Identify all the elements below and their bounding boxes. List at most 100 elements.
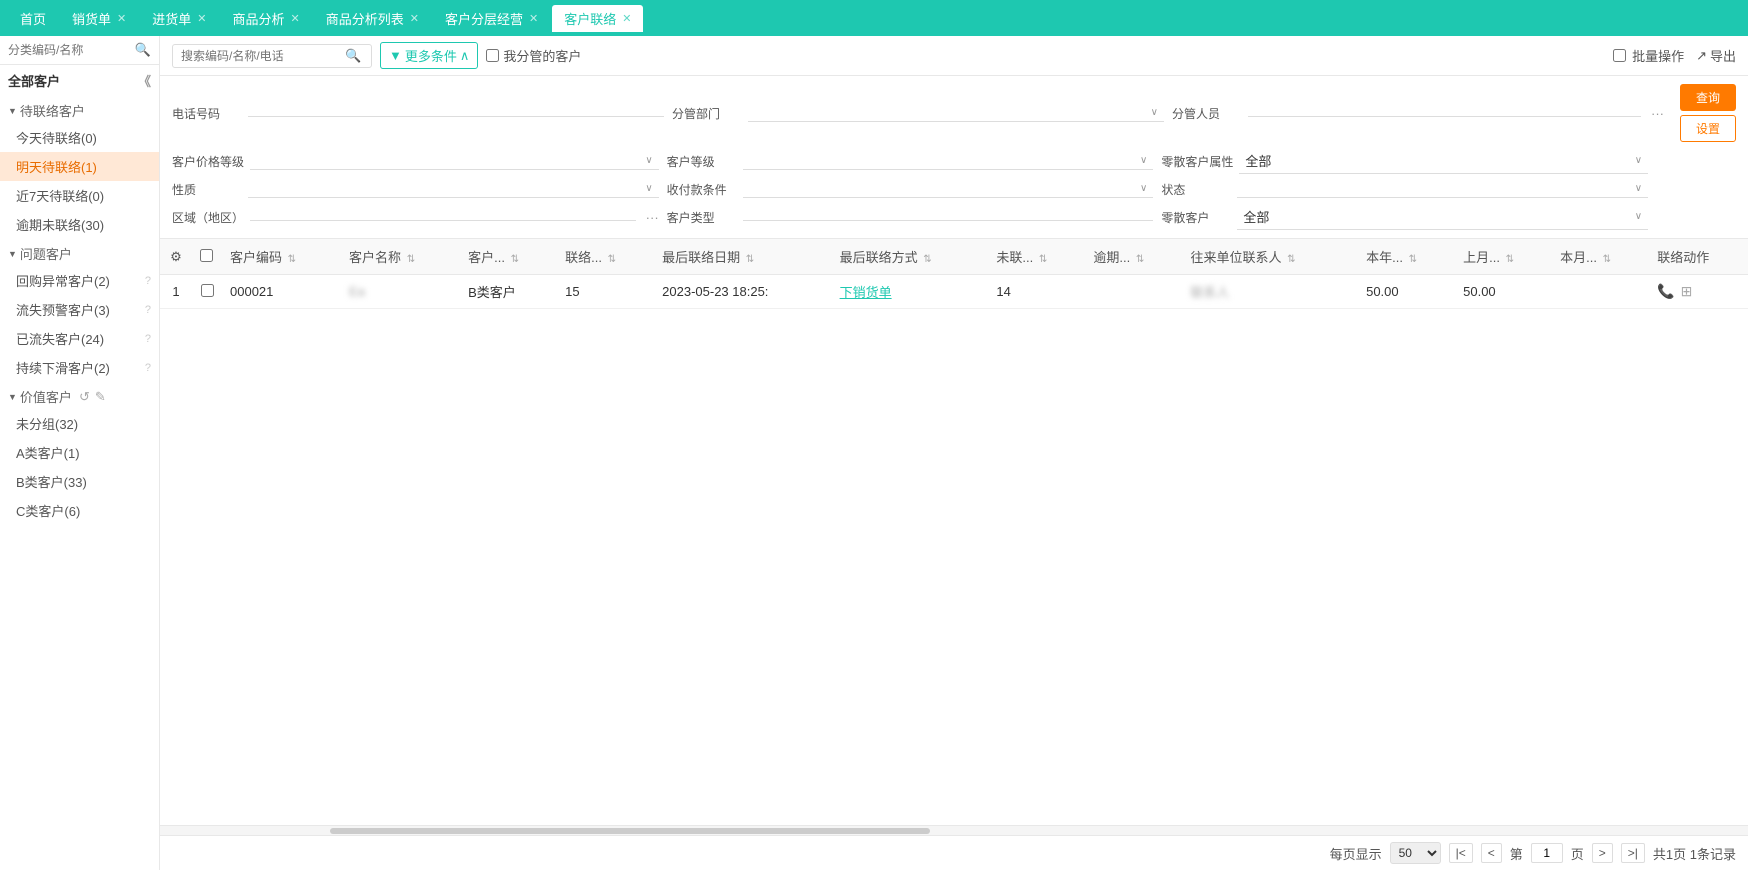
last-page-btn[interactable]: >| bbox=[1621, 843, 1645, 863]
retail-attr-select[interactable]: 全部 ∨ bbox=[1239, 148, 1648, 174]
batch-op-button[interactable]: 批量操作 bbox=[1613, 46, 1684, 65]
sidebar-item-tomorrow[interactable]: 明天待联络(1) bbox=[0, 152, 159, 181]
per-page-label: 每页显示 bbox=[1330, 844, 1382, 863]
status-select[interactable]: ∨ bbox=[1237, 180, 1648, 198]
close-icon[interactable]: ✕ bbox=[410, 12, 419, 25]
horizontal-scrollbar[interactable] bbox=[160, 825, 1748, 835]
all-customers-header[interactable]: 全部客户 《 bbox=[0, 65, 159, 96]
sort-icon[interactable]: ⇅ bbox=[1603, 254, 1611, 265]
sidebar-item-week7[interactable]: 近7天待联络(0) bbox=[0, 181, 159, 210]
search-input[interactable] bbox=[181, 49, 341, 63]
next-page-btn[interactable]: > bbox=[1592, 843, 1613, 863]
sort-icon[interactable]: ⇅ bbox=[511, 254, 519, 265]
help-icon[interactable]: ? bbox=[145, 275, 151, 287]
person-select[interactable] bbox=[1248, 110, 1641, 117]
sort-icon[interactable]: ⇅ bbox=[1039, 254, 1047, 265]
nav-sales-order[interactable]: 销货单 ✕ bbox=[60, 5, 138, 32]
page-number-input[interactable] bbox=[1531, 843, 1563, 863]
phone-input[interactable] bbox=[248, 110, 664, 117]
table-header-row: ⚙ 客户编码 ⇅ 客户名称 ⇅ bbox=[160, 239, 1748, 275]
help-icon[interactable]: ? bbox=[145, 333, 151, 345]
phone-action-icon[interactable]: 📞 bbox=[1657, 283, 1674, 300]
close-icon[interactable]: ✕ bbox=[622, 12, 631, 25]
close-icon[interactable]: ✕ bbox=[197, 12, 206, 25]
sidebar-item-unclassified[interactable]: 未分组(32) bbox=[0, 409, 159, 438]
sort-icon[interactable]: ⇅ bbox=[1136, 254, 1144, 265]
first-page-btn[interactable]: |< bbox=[1449, 843, 1473, 863]
row-last-contact-method[interactable]: 下销货单 bbox=[832, 275, 989, 309]
sidebar-item-continuous-decline[interactable]: 持续下滑客户(2) ? bbox=[0, 353, 159, 382]
batch-checkbox[interactable] bbox=[1613, 49, 1626, 62]
sidebar-item-lost[interactable]: 已流失客户(24) ? bbox=[0, 324, 159, 353]
my-customers-check[interactable] bbox=[486, 49, 499, 62]
nav-purchase-order[interactable]: 进货单 ✕ bbox=[140, 5, 218, 32]
settings-icon[interactable]: ⚙ bbox=[170, 249, 182, 264]
sidebar-item-lost-risk[interactable]: 流失预警客户(3) ? bbox=[0, 295, 159, 324]
edit-icon[interactable]: ✎ bbox=[95, 389, 106, 405]
sidebar-item-overdue[interactable]: 逾期未联络(30) bbox=[0, 210, 159, 239]
retail-select[interactable]: 全部 ∨ bbox=[1237, 204, 1648, 230]
nav-customer-contact[interactable]: 客户联络 ✕ bbox=[552, 5, 643, 32]
sort-icon[interactable]: ⇅ bbox=[288, 254, 296, 265]
prev-page-btn[interactable]: < bbox=[1481, 843, 1502, 863]
sidebar-item-class-a[interactable]: A类客户(1) bbox=[0, 438, 159, 467]
scrollbar-thumb[interactable] bbox=[330, 828, 930, 834]
region-select[interactable] bbox=[250, 214, 636, 221]
help-icon[interactable]: ? bbox=[145, 362, 151, 374]
group-pending-contact[interactable]: 待联络客户 bbox=[0, 96, 159, 123]
col-contact: 联络... ⇅ bbox=[557, 239, 654, 275]
nav-customer-tier[interactable]: 客户分层经营 ✕ bbox=[433, 5, 550, 32]
customer-type-select[interactable] bbox=[743, 214, 1154, 221]
close-icon[interactable]: ✕ bbox=[529, 12, 538, 25]
payment-select[interactable]: ∨ bbox=[743, 180, 1154, 198]
sidebar-item-class-b[interactable]: B类客户(33) bbox=[0, 467, 159, 496]
select-all-checkbox[interactable] bbox=[200, 249, 213, 262]
price-level-select[interactable]: ∨ bbox=[250, 152, 659, 170]
nav-product-analysis[interactable]: 商品分析 ✕ bbox=[220, 5, 311, 32]
per-page-select[interactable]: 50 100 200 bbox=[1390, 842, 1441, 864]
col-customer-type: 客户... ⇅ bbox=[460, 239, 557, 275]
chevron-down-icon: ∨ bbox=[1635, 211, 1642, 222]
group-value-customers[interactable]: 价值客户 ↺ ✎ bbox=[0, 382, 159, 409]
more-action-icon[interactable]: ⊞ bbox=[1681, 283, 1693, 300]
sort-icon[interactable]: ⇅ bbox=[407, 254, 415, 265]
refresh-icon[interactable]: ↺ bbox=[79, 389, 90, 405]
nav-home[interactable]: 首页 bbox=[8, 5, 58, 32]
more-filter-button[interactable]: ▼ 更多条件 ∧ bbox=[380, 42, 478, 69]
row-last-month: 50.00 bbox=[1455, 275, 1552, 309]
sort-icon[interactable]: ⇅ bbox=[1506, 254, 1514, 265]
sidebar-search-icon[interactable]: 🔍 bbox=[135, 42, 151, 58]
dept-select[interactable]: ∨ bbox=[748, 104, 1164, 122]
sidebar-item-class-c[interactable]: C类客户(6) bbox=[0, 496, 159, 525]
filter-region: 区域（地区） ··· bbox=[172, 209, 659, 226]
group-problem-customers[interactable]: 问题客户 bbox=[0, 239, 159, 266]
customer-level-select[interactable]: ∨ bbox=[743, 152, 1154, 170]
search-button[interactable]: 🔍 bbox=[345, 48, 361, 64]
row-last-contact-date: 2023-05-23 18:25: bbox=[654, 275, 831, 309]
filter-label: 分管部门 bbox=[672, 105, 742, 122]
help-icon[interactable]: ? bbox=[145, 304, 151, 316]
filter-label: 零散客户 bbox=[1161, 209, 1231, 226]
sidebar-item-today[interactable]: 今天待联络(0) bbox=[0, 123, 159, 152]
sidebar-item-repurchase-abnormal[interactable]: 回购异常客户(2) ? bbox=[0, 266, 159, 295]
sort-icon[interactable]: ⇅ bbox=[1409, 254, 1417, 265]
close-icon[interactable]: ✕ bbox=[117, 12, 126, 25]
row-checkbox bbox=[192, 275, 222, 309]
export-button[interactable]: ↗ 导出 bbox=[1696, 46, 1736, 65]
sort-icon[interactable]: ⇅ bbox=[608, 254, 616, 265]
query-button[interactable]: 查询 bbox=[1680, 84, 1736, 111]
sort-icon[interactable]: ⇅ bbox=[1287, 254, 1295, 265]
nav-product-analysis-list[interactable]: 商品分析列表 ✕ bbox=[314, 5, 431, 32]
row-select-checkbox[interactable] bbox=[201, 284, 214, 297]
close-icon[interactable]: ✕ bbox=[291, 12, 300, 25]
settings-button[interactable]: 设置 bbox=[1680, 115, 1736, 142]
sort-icon[interactable]: ⇅ bbox=[746, 254, 754, 265]
my-customers-checkbox[interactable]: 我分管的客户 bbox=[486, 46, 581, 65]
more-dots[interactable]: ··· bbox=[646, 210, 659, 225]
sort-icon[interactable]: ⇅ bbox=[923, 254, 931, 265]
more-dots[interactable]: ··· bbox=[1651, 106, 1664, 121]
col-settings[interactable]: ⚙ bbox=[160, 239, 192, 275]
nature-select[interactable]: ∨ bbox=[248, 180, 659, 198]
sidebar-search-input[interactable] bbox=[8, 43, 131, 57]
filter-row-4: 区域（地区） ··· 客户类型 零散客户 全部 ∨ bbox=[172, 204, 1736, 230]
